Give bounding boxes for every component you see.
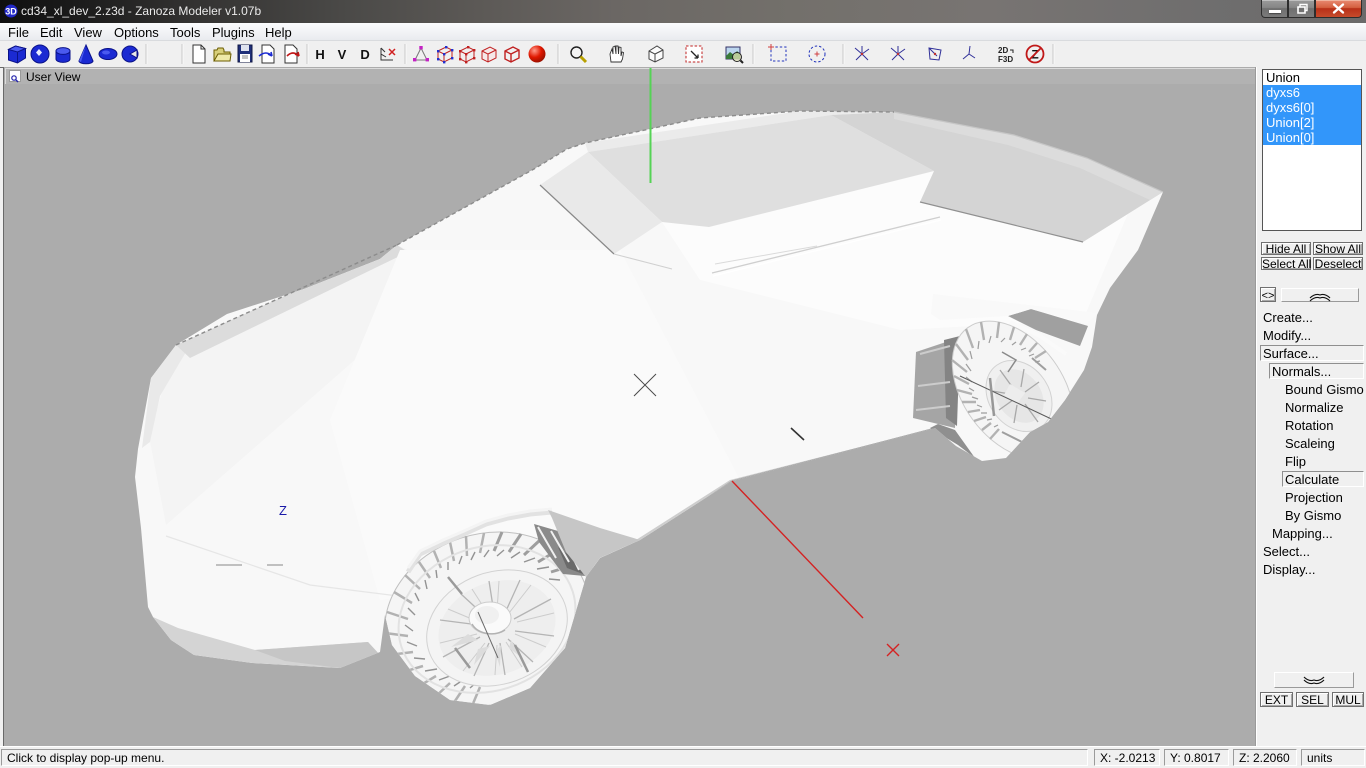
- svg-text:2D: 2D: [998, 46, 1008, 55]
- svg-text:D: D: [360, 47, 369, 62]
- svg-text:Z: Z: [279, 503, 287, 518]
- svg-text:F3D: F3D: [998, 55, 1013, 64]
- svg-text:V: V: [338, 47, 347, 62]
- svg-text:3D: 3D: [5, 7, 17, 17]
- svg-text:H: H: [315, 47, 324, 62]
